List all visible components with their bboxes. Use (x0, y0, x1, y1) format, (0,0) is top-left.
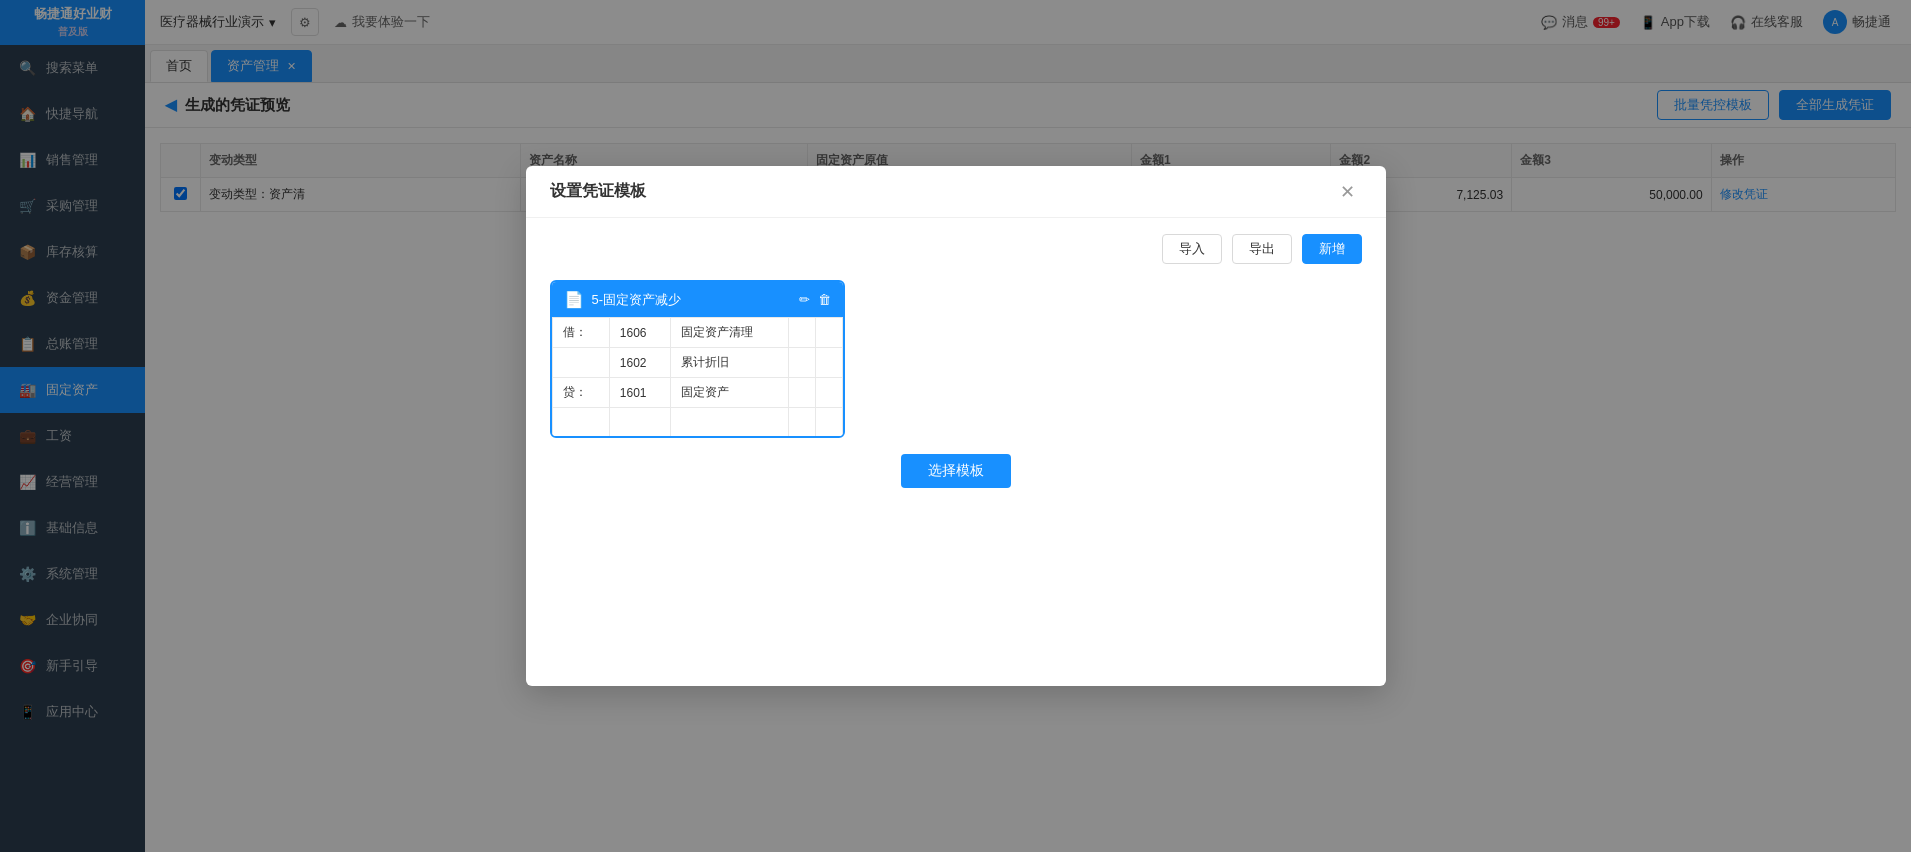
template-row-3 (552, 408, 842, 436)
t-debit-0 (788, 318, 815, 348)
template-row-2: 贷： 1601 固定资产 (552, 378, 842, 408)
edit-template-icon[interactable]: ✏ (799, 292, 810, 307)
t-name-1: 累计折旧 (670, 348, 788, 378)
template-card-actions: ✏ 🗑 (799, 292, 831, 307)
t-credit-1 (815, 348, 842, 378)
template-body: 借： 1606 固定资产清理 1602 累计折旧 (552, 317, 843, 436)
template-row-1: 1602 累计折旧 (552, 348, 842, 378)
t-name-2: 固定资产 (670, 378, 788, 408)
t-direction-0: 借： (552, 318, 609, 348)
template-name: 5-固定资产减少 (592, 291, 682, 309)
t-name-0: 固定资产清理 (670, 318, 788, 348)
t-debit-2 (788, 378, 815, 408)
modal-overlay: 设置凭证模板 ✕ 导入 导出 新增 📄 5-固定资产减少 ✏ (0, 0, 1911, 852)
import-button[interactable]: 导入 (1162, 234, 1222, 264)
t-code-0: 1606 (609, 318, 670, 348)
export-button[interactable]: 导出 (1232, 234, 1292, 264)
template-fullname: 固定资产减少 (603, 292, 681, 307)
select-template-button[interactable]: 选择模板 (901, 454, 1011, 488)
template-card-header: 📄 5-固定资产减少 ✏ 🗑 (552, 282, 843, 317)
modal: 设置凭证模板 ✕ 导入 导出 新增 📄 5-固定资产减少 ✏ (526, 166, 1386, 686)
t-credit-2 (815, 378, 842, 408)
t-direction-3 (552, 408, 609, 436)
t-name-3 (670, 408, 788, 436)
t-code-1: 1602 (609, 348, 670, 378)
t-credit-3 (815, 408, 842, 436)
modal-body: 📄 5-固定资产减少 ✏ 🗑 借： (526, 280, 1386, 512)
modal-toolbar: 导入 导出 新增 (526, 218, 1386, 280)
template-doc-icon: 📄 (564, 290, 584, 309)
modal-title: 设置凭证模板 (550, 181, 646, 202)
new-button[interactable]: 新增 (1302, 234, 1362, 264)
template-row-0: 借： 1606 固定资产清理 (552, 318, 842, 348)
t-direction-1 (552, 348, 609, 378)
template-card-header-left: 📄 5-固定资产减少 (564, 290, 682, 309)
modal-header: 设置凭证模板 ✕ (526, 166, 1386, 218)
t-code-2: 1601 (609, 378, 670, 408)
template-table: 借： 1606 固定资产清理 1602 累计折旧 (552, 317, 843, 436)
template-card: 📄 5-固定资产减少 ✏ 🗑 借： (550, 280, 845, 438)
t-debit-3 (788, 408, 815, 436)
delete-template-icon[interactable]: 🗑 (818, 292, 831, 307)
template-id: 5 (592, 292, 599, 307)
t-credit-0 (815, 318, 842, 348)
t-direction-2: 贷： (552, 378, 609, 408)
t-code-3 (609, 408, 670, 436)
modal-close-button[interactable]: ✕ (1334, 178, 1362, 206)
t-debit-1 (788, 348, 815, 378)
